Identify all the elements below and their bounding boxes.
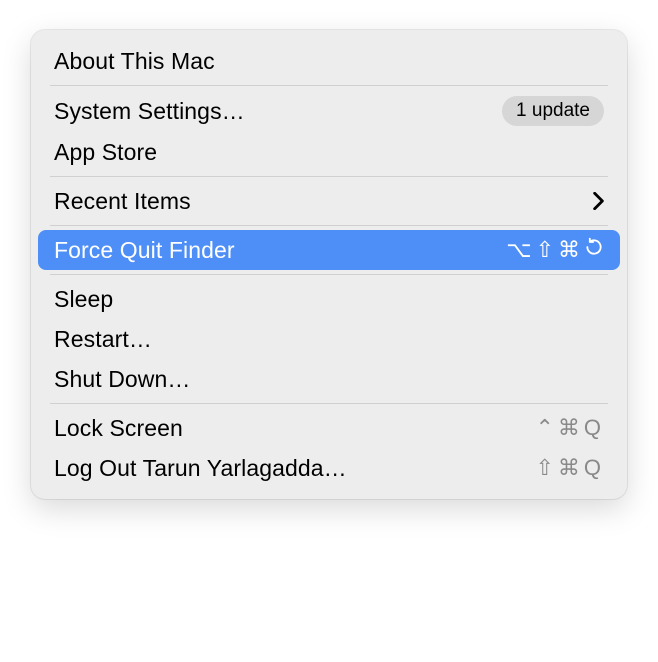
menu-item-label: Log Out Tarun Yarlagadda…	[54, 455, 347, 482]
q-key: Q	[584, 455, 604, 481]
update-badge: 1 update	[502, 96, 604, 126]
menu-item-label: Lock Screen	[54, 415, 183, 442]
menu-item-label: Recent Items	[54, 188, 191, 215]
menu-item-shut-down[interactable]: Shut Down…	[38, 359, 620, 399]
option-key-icon: ⌥	[506, 237, 534, 263]
menu-section: Recent Items	[38, 177, 620, 225]
menu-item-label: Shut Down…	[54, 366, 191, 393]
menu-item-label: App Store	[54, 139, 157, 166]
shift-key-icon: ⇧	[536, 237, 557, 263]
menu-item-recent-items[interactable]: Recent Items	[38, 181, 620, 221]
command-key-icon: ⌘	[558, 415, 583, 441]
q-key: Q	[584, 415, 604, 441]
menu-item-force-quit[interactable]: Force Quit Finder ⌥ ⇧ ⌘	[38, 230, 620, 270]
keyboard-shortcut: ⌥ ⇧ ⌘	[506, 237, 604, 263]
menu-item-about-this-mac[interactable]: About This Mac	[38, 41, 620, 81]
relaunch-icon	[584, 237, 604, 263]
menu-section: Lock Screen ⌃ ⌘ Q Log Out Tarun Yarlagad…	[38, 404, 620, 492]
menu-section: System Settings… 1 update App Store	[38, 86, 620, 176]
menu-item-system-settings[interactable]: System Settings… 1 update	[38, 90, 620, 132]
menu-section: Sleep Restart… Shut Down…	[38, 275, 620, 403]
keyboard-shortcut: ⇧ ⌘ Q	[535, 455, 604, 481]
menu-item-log-out[interactable]: Log Out Tarun Yarlagadda… ⇧ ⌘ Q	[38, 448, 620, 488]
chevron-right-icon	[593, 192, 604, 210]
menu-item-lock-screen[interactable]: Lock Screen ⌃ ⌘ Q	[38, 408, 620, 448]
menu-item-label: System Settings…	[54, 98, 245, 125]
apple-menu: About This Mac System Settings… 1 update…	[31, 30, 627, 499]
menu-section: Force Quit Finder ⌥ ⇧ ⌘	[38, 226, 620, 274]
menu-item-label: Sleep	[54, 286, 113, 313]
shift-key-icon: ⇧	[535, 455, 556, 481]
menu-item-label: Restart…	[54, 326, 152, 353]
menu-item-label: Force Quit Finder	[54, 237, 235, 264]
menu-item-restart[interactable]: Restart…	[38, 319, 620, 359]
command-key-icon: ⌘	[558, 237, 583, 263]
control-key-icon: ⌃	[535, 415, 556, 441]
menu-item-app-store[interactable]: App Store	[38, 132, 620, 172]
keyboard-shortcut: ⌃ ⌘ Q	[535, 415, 604, 441]
menu-item-label: About This Mac	[54, 48, 215, 75]
command-key-icon: ⌘	[558, 455, 583, 481]
menu-item-sleep[interactable]: Sleep	[38, 279, 620, 319]
menu-section: About This Mac	[38, 37, 620, 85]
